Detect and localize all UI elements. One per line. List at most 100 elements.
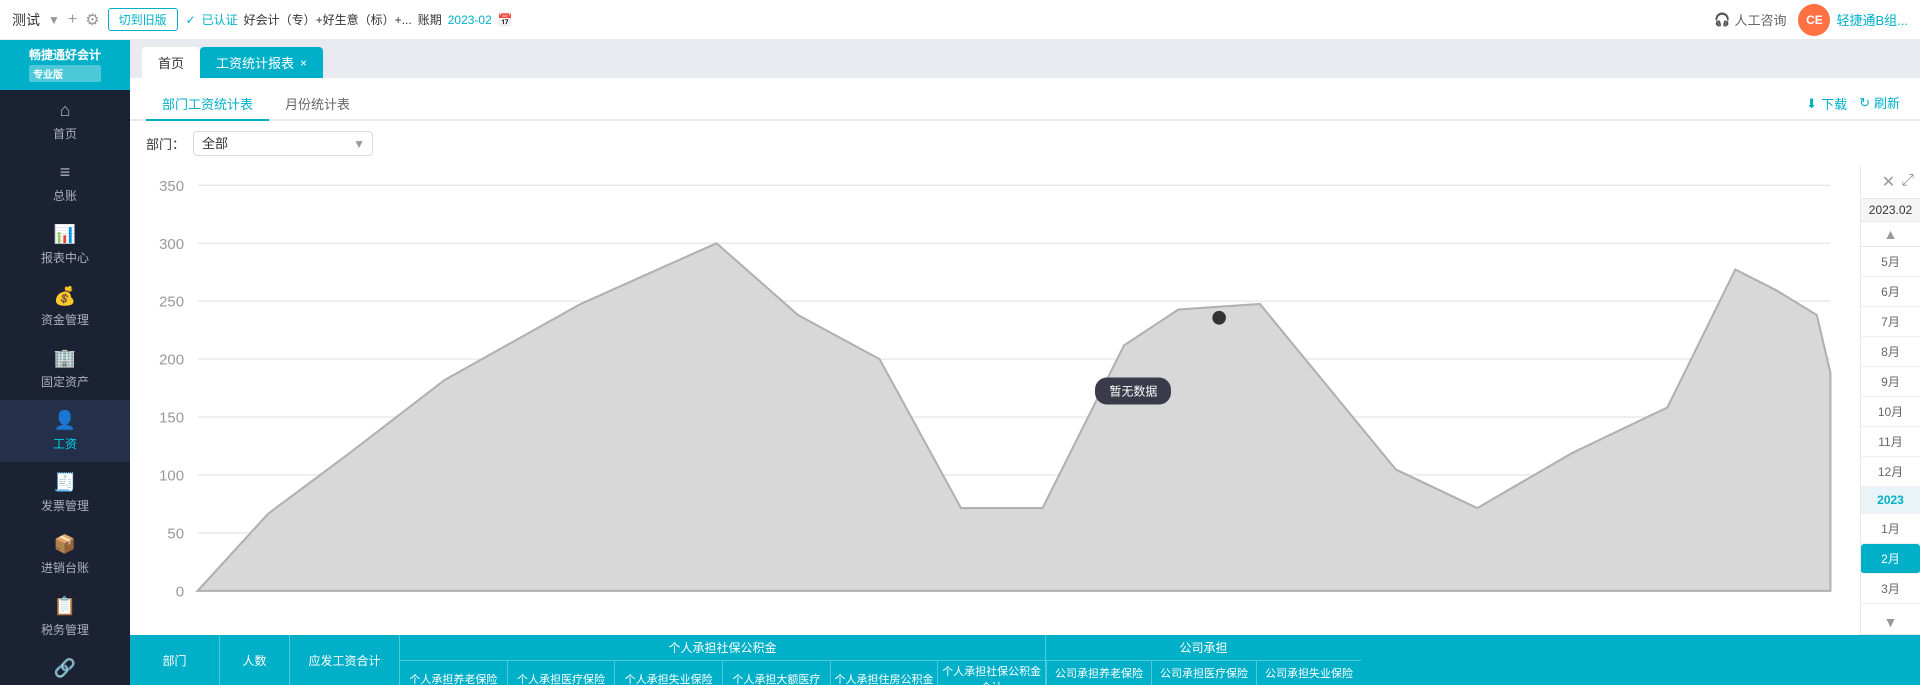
svg-text:50: 50 — [167, 525, 184, 542]
table-footer: 部门 人数 应发工资合计 个人承担社保公积金 个人承担养老保险 个人承担医疗保险 — [130, 635, 1920, 685]
sidebar-item-close[interactable]: 🔗 结账 — [0, 648, 130, 685]
col-company-medical: 公司承担医疗保险 — [1152, 661, 1257, 685]
invoice-icon: 🧾 — [54, 472, 76, 493]
right-panel: ✕ ⤢ 2023.02 ▲ 5月 6月 7月 8月 9月 10月 11月 12月 — [1860, 166, 1920, 635]
month-item-6[interactable]: 6月 — [1861, 277, 1920, 307]
close-accounts-icon: 🔗 — [54, 658, 76, 679]
refresh-button[interactable]: ↻ 刷新 — [1859, 93, 1900, 112]
sidebar-label-invoice: 发票管理 — [41, 497, 89, 514]
chart-tooltip-dot — [1212, 311, 1226, 325]
month-list: 5月 6月 7月 8月 9月 10月 11月 12月 2023 1月 2月 3月… — [1861, 247, 1920, 610]
tab-salary-report[interactable]: 工资统计报表 × — [200, 47, 323, 78]
col-social-housing: 个人承担住房公积金 — [831, 661, 939, 685]
month-item-9[interactable]: 9月 — [1861, 367, 1920, 397]
brand-name: 畅捷通好会计 — [29, 48, 101, 64]
scroll-up-button[interactable]: ▲ — [1861, 222, 1920, 247]
plus-icon[interactable]: + — [68, 11, 77, 29]
col-group-social-title: 个人承担社保公积金 — [400, 635, 1045, 661]
col-social-total: 个人承担社保公积金合计 — [938, 661, 1045, 685]
sub-tab-month[interactable]: 月份统计表 — [269, 88, 366, 121]
sidebar-item-inventory[interactable]: 📦 进销台账 — [0, 524, 130, 586]
scroll-down-button[interactable]: ▼ — [1861, 610, 1920, 635]
month-item-7[interactable]: 7月 — [1861, 307, 1920, 337]
month-item-2[interactable]: 2月 — [1861, 544, 1920, 574]
dept-label: 部门： — [146, 134, 185, 153]
sidebar-label-ledger: 总账 — [53, 187, 77, 204]
col-company-pension: 公司承担养老保险 — [1046, 661, 1152, 685]
svg-text:150: 150 — [159, 409, 184, 426]
month-item-11[interactable]: 11月 — [1861, 427, 1920, 457]
dept-filter: 部门： 全部 ▼ — [146, 131, 373, 156]
sidebar-logo: 畅捷通好会计 专业版 — [0, 40, 130, 90]
month-item-year-2023[interactable]: 2023 — [1861, 487, 1920, 514]
dept-select-wrapper[interactable]: 全部 ▼ — [193, 131, 373, 156]
sub-tab-month-label: 月份统计表 — [285, 97, 350, 112]
sidebar-item-ledger[interactable]: ≡ 总账 — [0, 152, 130, 214]
top-bar-right: 🎧 人工咨询 CE 轻捷通B组... — [1714, 4, 1908, 36]
sub-tab-dept[interactable]: 部门工资统计表 — [146, 88, 269, 121]
download-label: 下载 — [1821, 94, 1847, 113]
period-label: 账期 — [418, 11, 442, 28]
salary-icon: 👤 — [54, 410, 76, 431]
download-button[interactable]: ⬇ 下载 — [1806, 94, 1847, 113]
month-item-8[interactable]: 8月 — [1861, 337, 1920, 367]
col-group-company: 公司承担 公司承担养老保险 公司承担医疗保险 公司承担失业保险 — [1046, 635, 1361, 685]
close-tab-icon[interactable]: × — [300, 56, 307, 70]
top-bar-left: 测试 ▼ + ⚙ 切到旧版 ✓ 已认证 好会计（专）+好生意（标）+... 账期… — [12, 8, 1714, 31]
month-item-12[interactable]: 12月 — [1861, 457, 1920, 487]
sidebar-item-invoice[interactable]: 🧾 发票管理 — [0, 462, 130, 524]
col-company-unemployment: 公司承担失业保险 — [1257, 661, 1361, 685]
sidebar-item-funds[interactable]: 💰 资金管理 — [0, 276, 130, 338]
certified-tag: 已认证 — [202, 11, 238, 28]
ledger-icon: ≡ — [60, 162, 71, 183]
month-item-10[interactable]: 10月 — [1861, 397, 1920, 427]
features-tag: 好会计（专）+好生意（标）+... — [244, 11, 412, 28]
col-dept: 部门 — [130, 635, 220, 685]
col-group-social-subs: 个人承担养老保险 个人承担医疗保险 个人承担失业保险 个人承担大额医疗 个人承担… — [400, 661, 1045, 685]
month-item-3[interactable]: 3月 — [1861, 574, 1920, 604]
dept-select[interactable]: 全部 — [193, 131, 373, 156]
dropdown-arrow-icon[interactable]: ▼ — [48, 13, 60, 27]
sub-tab-dept-label: 部门工资统计表 — [162, 97, 253, 112]
user-info[interactable]: CE 轻捷通B组... — [1798, 4, 1908, 36]
settings-icon[interactable]: ⚙ — [85, 10, 99, 30]
right-panel-controls: ✕ ⤢ — [1861, 166, 1920, 199]
sidebar-item-salary[interactable]: 👤 工资 — [0, 400, 130, 462]
maximize-icon[interactable]: ⤢ — [1901, 172, 1914, 192]
refresh-label: 刷新 — [1874, 93, 1900, 112]
assets-icon: 🏢 — [54, 348, 76, 369]
headset-icon: 🎧 — [1714, 12, 1730, 28]
sidebar-label-funds: 资金管理 — [41, 311, 89, 328]
top-bar: 测试 ▼ + ⚙ 切到旧版 ✓ 已认证 好会计（专）+好生意（标）+... 账期… — [0, 0, 1920, 40]
col-count: 人数 — [220, 635, 290, 685]
brand-sub: 专业版 — [29, 65, 101, 82]
tab-home-label: 首页 — [158, 53, 184, 72]
chart-svg: 350 300 250 200 150 100 50 0 — [146, 166, 1844, 635]
tab-salary-label: 工资统计报表 — [216, 53, 294, 72]
month-item-5[interactable]: 5月 — [1861, 247, 1920, 277]
reports-icon: 📊 — [54, 224, 76, 245]
tab-home[interactable]: 首页 — [142, 47, 200, 78]
year-header: 2023.02 — [1861, 199, 1920, 222]
sidebar: 畅捷通好会计 专业版 ⌂ 首页 ≡ 总账 📊 报表中心 💰 资金管理 🏢 固定资… — [0, 40, 130, 685]
sidebar-item-tax[interactable]: 📋 税务管理 — [0, 586, 130, 648]
svg-text:350: 350 — [159, 178, 184, 195]
col-social-unemployment: 个人承担失业保险 — [615, 661, 723, 685]
minimize-icon[interactable]: ✕ — [1882, 172, 1895, 192]
username-label: 轻捷通B组... — [1836, 10, 1908, 29]
sidebar-label-home: 首页 — [53, 125, 77, 142]
switch-old-version-button[interactable]: 切到旧版 — [108, 8, 178, 31]
month-item-1[interactable]: 1月 — [1861, 514, 1920, 544]
svg-text:0: 0 — [176, 583, 184, 600]
calendar-icon[interactable]: 📅 — [498, 13, 513, 27]
service-button[interactable]: 🎧 人工咨询 — [1714, 10, 1786, 29]
no-data-text: 暂无数据 — [1109, 385, 1157, 399]
chart-area: 350 300 250 200 150 100 50 0 — [130, 166, 1860, 635]
sidebar-item-assets[interactable]: 🏢 固定资产 — [0, 338, 130, 400]
col-salary-total: 应发工资合计 — [290, 635, 400, 685]
sidebar-item-reports[interactable]: 📊 报表中心 — [0, 214, 130, 276]
sidebar-item-home[interactable]: ⌂ 首页 — [0, 90, 130, 152]
svg-text:250: 250 — [159, 294, 184, 311]
certified-icon: ✓ — [186, 13, 196, 27]
tax-icon: 📋 — [54, 596, 76, 617]
